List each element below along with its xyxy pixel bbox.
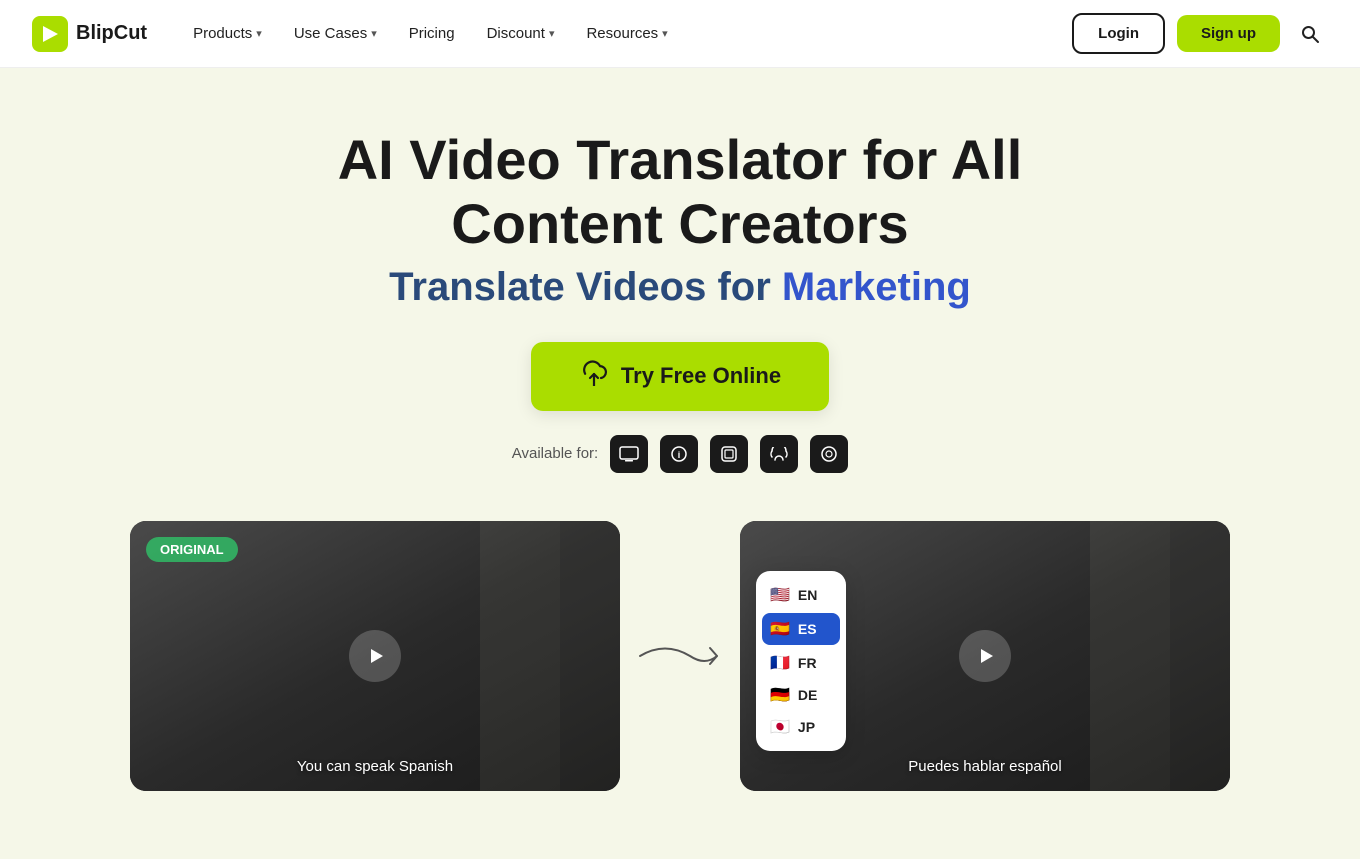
hero-subtitle: Translate Videos for Marketing bbox=[389, 265, 971, 310]
chevron-down-icon: ▾ bbox=[662, 27, 668, 40]
video-play-button-original[interactable] bbox=[349, 630, 401, 682]
search-button[interactable] bbox=[1292, 16, 1328, 52]
logo-link[interactable]: BlipCut bbox=[32, 16, 147, 52]
original-tag: ORIGINAL bbox=[146, 537, 238, 562]
main-nav: Products ▾ Use Cases ▾ Pricing Discount … bbox=[179, 17, 1072, 50]
lang-jp[interactable]: 🇯🇵 JP bbox=[756, 711, 846, 743]
platform-icon-4[interactable] bbox=[760, 435, 798, 473]
available-label: Available for: bbox=[512, 445, 598, 462]
logo-icon bbox=[32, 16, 68, 52]
lang-en[interactable]: 🇺🇸 EN bbox=[756, 579, 846, 611]
login-button[interactable]: Login bbox=[1072, 13, 1165, 54]
nav-pricing[interactable]: Pricing bbox=[395, 17, 469, 50]
subtitle-prefix: Translate Videos for bbox=[389, 265, 782, 309]
subtitle-highlight: Marketing bbox=[782, 265, 971, 309]
nav-use-cases[interactable]: Use Cases ▾ bbox=[280, 17, 391, 50]
lang-fr[interactable]: 🇫🇷 FR bbox=[756, 647, 846, 679]
cta-label: Try Free Online bbox=[621, 363, 781, 389]
translated-caption: Puedes hablar español bbox=[740, 758, 1230, 775]
nav-products[interactable]: Products ▾ bbox=[179, 17, 276, 50]
platform-icon-1[interactable] bbox=[610, 435, 648, 473]
navbar-right: Login Sign up bbox=[1072, 13, 1328, 54]
translation-arrow bbox=[620, 636, 740, 676]
platform-icon-5[interactable] bbox=[810, 435, 848, 473]
original-video-card: ORIGINAL You can speak Spanish bbox=[130, 521, 620, 791]
original-caption: You can speak Spanish bbox=[130, 758, 620, 775]
lang-de[interactable]: 🇩🇪 DE bbox=[756, 679, 846, 711]
platform-icon-2[interactable]: i bbox=[660, 435, 698, 473]
main-content: AI Video Translator for All Content Crea… bbox=[0, 68, 1360, 859]
nav-resources[interactable]: Resources ▾ bbox=[572, 17, 681, 50]
cloud-upload-icon bbox=[579, 360, 609, 393]
language-selector[interactable]: 🇺🇸 EN 🇪🇸 ES 🇫🇷 FR 🇩🇪 DE 🇯🇵 J bbox=[756, 571, 846, 751]
svg-text:i: i bbox=[678, 450, 681, 460]
chevron-down-icon: ▾ bbox=[256, 27, 262, 40]
hero-title: AI Video Translator for All Content Crea… bbox=[230, 128, 1130, 257]
available-for-row: Available for: i bbox=[512, 435, 848, 473]
nav-discount[interactable]: Discount ▾ bbox=[473, 17, 569, 50]
logo-text: BlipCut bbox=[76, 22, 147, 45]
chevron-down-icon: ▾ bbox=[549, 27, 555, 40]
signup-button[interactable]: Sign up bbox=[1177, 15, 1280, 52]
video-section: ORIGINAL You can speak Spanish bbox=[130, 521, 1230, 791]
lang-es[interactable]: 🇪🇸 ES bbox=[762, 613, 840, 645]
video-play-button-translated[interactable] bbox=[959, 630, 1011, 682]
translated-video-card: 🇺🇸 EN 🇪🇸 ES 🇫🇷 FR 🇩🇪 DE 🇯🇵 J bbox=[740, 521, 1230, 791]
try-free-online-button[interactable]: Try Free Online bbox=[531, 342, 829, 411]
chevron-down-icon: ▾ bbox=[371, 27, 377, 40]
navbar: BlipCut Products ▾ Use Cases ▾ Pricing D… bbox=[0, 0, 1360, 68]
platform-icon-3[interactable] bbox=[710, 435, 748, 473]
